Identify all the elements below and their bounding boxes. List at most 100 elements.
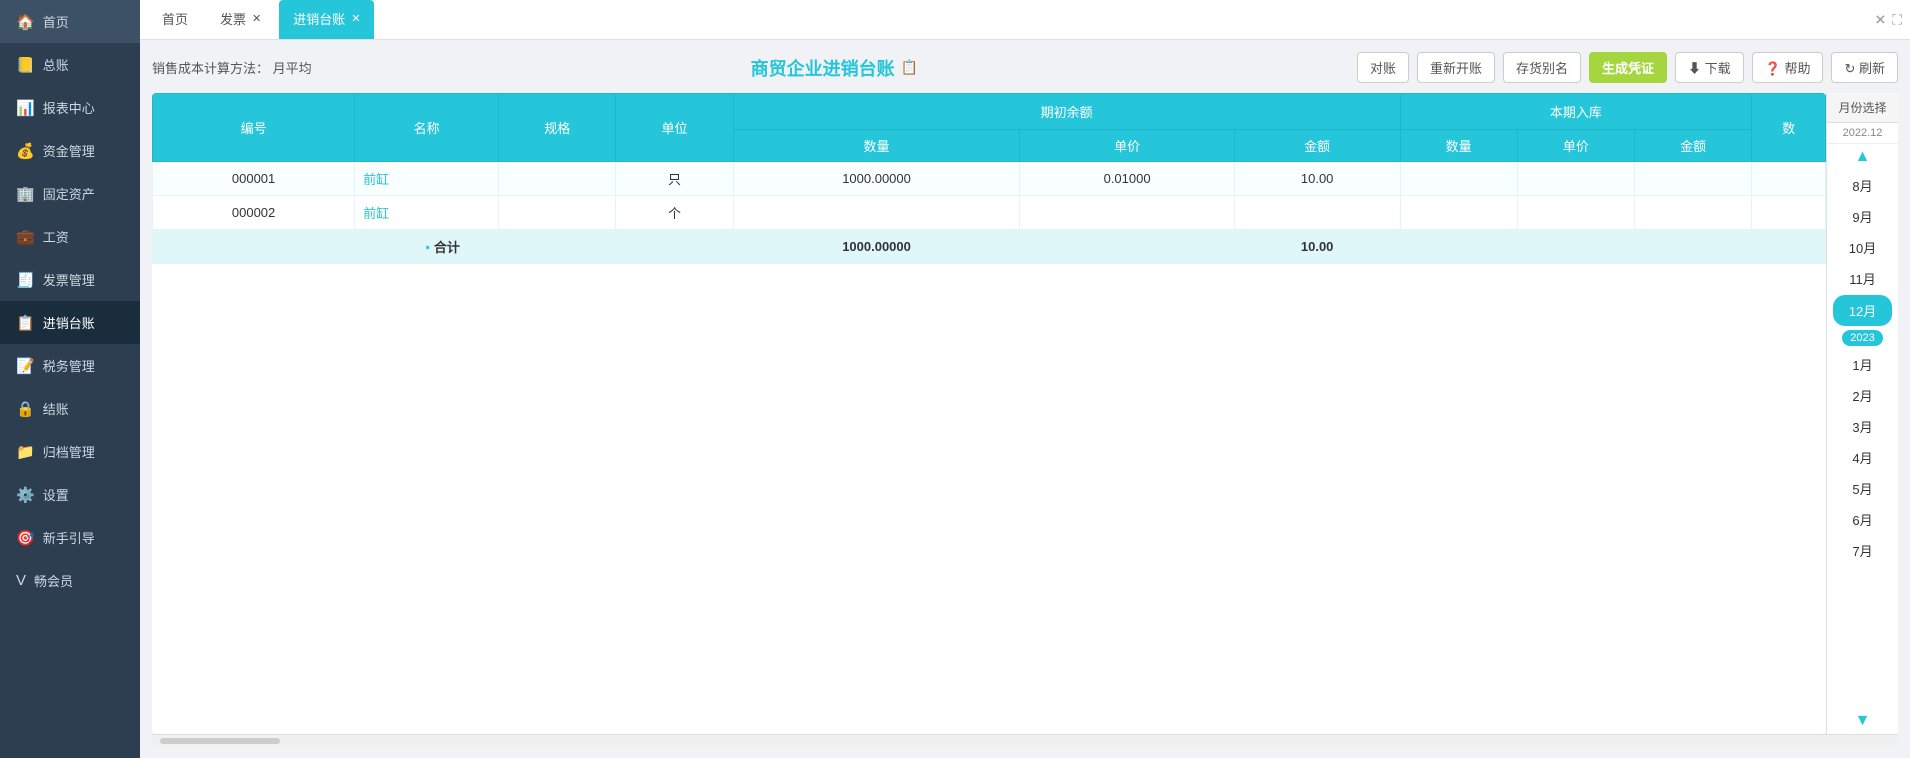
reopen-button[interactable]: 重新开账	[1417, 52, 1495, 83]
save-alias-button[interactable]: 存货别名	[1503, 52, 1581, 83]
col-in-amount: 金额	[1635, 130, 1752, 162]
table-row: 000001 前缸 只 1000.00000 0.01000 10.00	[153, 162, 1826, 196]
month-year-label: 2022.12	[1827, 123, 1898, 144]
month-item-3月[interactable]: 3月	[1827, 411, 1898, 442]
refresh-button[interactable]: ↻ 刷新	[1831, 52, 1898, 83]
tab-label-invoice: 发票	[220, 9, 246, 28]
cell-extra	[1752, 162, 1826, 196]
tab-label-home: 首页	[162, 9, 188, 28]
sidebar-label-assets: 固定资产	[43, 184, 95, 203]
sidebar-item-purchase-sales[interactable]: 📋进销台账	[0, 301, 140, 344]
col-unit: 单位	[616, 94, 733, 162]
cell-spec	[499, 162, 616, 196]
cell-code: 000002	[153, 196, 355, 230]
page-content: 销售成本计算方法： 月平均 商贸企业进销台账 📋 对账 重新开账 存货别名 生成…	[140, 40, 1910, 758]
horizontal-scrollbar[interactable]	[152, 734, 1898, 746]
generate-voucher-button[interactable]: 生成凭证	[1589, 52, 1667, 83]
sidebar-item-guide[interactable]: 🎯新手引导	[0, 516, 140, 559]
cell-name: 前缸	[355, 162, 499, 196]
cell-init-price	[1020, 196, 1234, 230]
sidebar-label-purchase-sales: 进销台账	[43, 313, 95, 332]
sidebar-label-close: 结账	[43, 399, 69, 418]
month-item-6月[interactable]: 6月	[1827, 504, 1898, 535]
tab-home[interactable]: 首页	[148, 0, 202, 39]
table-header-row-1: 编号 名称 规格 单位 期初余额 本期入库 数	[153, 94, 1826, 130]
cell-unit: 个	[616, 196, 733, 230]
cell-init-qty	[733, 196, 1020, 230]
sidebar-label-archive: 归档管理	[43, 442, 95, 461]
sidebar-item-settings[interactable]: ⚙️设置	[0, 473, 140, 516]
sidebar-label-home: 首页	[43, 12, 69, 31]
cost-method-value: 月平均	[273, 61, 312, 76]
month-item-10月[interactable]: 10月	[1827, 232, 1898, 263]
page-top-bar: 销售成本计算方法： 月平均 商贸企业进销台账 📋 对账 重新开账 存货别名 生成…	[152, 52, 1898, 83]
main-content: 首页发票✕进销台账✕ ✕ ⛶ 销售成本计算方法： 月平均 商贸企业进销台账 📋 …	[140, 0, 1910, 758]
sidebar-label-settings: 设置	[43, 485, 69, 504]
cell-unit: 只	[616, 162, 733, 196]
sidebar-icon-home: 🏠	[16, 13, 35, 31]
cell-name: 前缸	[355, 196, 499, 230]
sidebar-item-invoice-mgmt[interactable]: 🧾发票管理	[0, 258, 140, 301]
month-item-9月[interactable]: 9月	[1827, 201, 1898, 232]
col-init-price: 单价	[1020, 130, 1234, 162]
total-row: ▪合计 1000.00000 10.00	[153, 230, 1826, 264]
col-spec: 规格	[499, 94, 616, 162]
month-item-5月[interactable]: 5月	[1827, 473, 1898, 504]
total-label-cell: ▪合计	[153, 230, 734, 264]
total-init-qty: 1000.00000	[733, 230, 1020, 264]
tab-close-invoice[interactable]: ✕	[252, 12, 261, 25]
month-item-7月[interactable]: 7月	[1827, 535, 1898, 566]
total-icon: ▪	[426, 240, 430, 254]
sidebar-item-tax[interactable]: 📝税务管理	[0, 344, 140, 387]
month-item-4月[interactable]: 4月	[1827, 442, 1898, 473]
cell-in-price	[1517, 162, 1634, 196]
month-scroll-up-button[interactable]: ▲	[1827, 144, 1898, 170]
sidebar-icon-archive: 📁	[16, 443, 35, 461]
download-button[interactable]: ⬇ 下载	[1675, 52, 1744, 83]
info-icon[interactable]: 📋	[901, 59, 918, 76]
month-panel-title: 月份选择	[1827, 93, 1898, 123]
year-badge-2023: 2023	[1842, 330, 1882, 346]
sidebar-icon-ledger: 📒	[16, 56, 35, 74]
page-title-area: 商贸企业进销台账 📋	[751, 55, 918, 81]
cell-extra	[1752, 196, 1826, 230]
month-item-11月[interactable]: 11月	[1827, 263, 1898, 294]
tab-invoice[interactable]: 发票 ✕	[206, 0, 275, 39]
tab-purchase-sales[interactable]: 进销台账✕	[279, 0, 374, 39]
sidebar-item-reports[interactable]: 📊报表中心	[0, 86, 140, 129]
sidebar-icon-tax: 📝	[16, 357, 35, 375]
sidebar-item-home[interactable]: 🏠 首页	[0, 0, 140, 43]
cell-in-qty	[1400, 162, 1517, 196]
sidebar-label-member: 畅会员	[34, 571, 73, 590]
month-item-2月[interactable]: 2月	[1827, 380, 1898, 411]
cell-init-price: 0.01000	[1020, 162, 1234, 196]
total-extra	[1752, 230, 1826, 264]
month-list: 8月9月10月11月12月 2023 1月2月3月4月5月6月7月	[1827, 170, 1898, 708]
month-item-12月[interactable]: 12月	[1833, 295, 1892, 326]
month-scroll-down-button[interactable]: ▼	[1827, 708, 1898, 734]
cell-code: 000001	[153, 162, 355, 196]
tab-close-purchase-sales[interactable]: ✕	[351, 12, 360, 25]
sidebar-item-assets[interactable]: 🏢固定资产	[0, 172, 140, 215]
month-item-1月[interactable]: 1月	[1827, 349, 1898, 380]
sidebar-label-wages: 工资	[43, 227, 69, 246]
maximize-window-button[interactable]: ⛶	[1892, 11, 1902, 28]
sidebar-item-ledger[interactable]: 📒总账	[0, 43, 140, 86]
sidebar-label-guide: 新手引导	[43, 528, 95, 547]
sidebar-item-funds[interactable]: 💰资金管理	[0, 129, 140, 172]
page-title: 商贸企业进销台账	[751, 55, 895, 81]
sidebar-item-archive[interactable]: 📁 归档管理	[0, 430, 140, 473]
col-group-in: 本期入库	[1400, 94, 1752, 130]
sidebar-icon-reports: 📊	[16, 99, 35, 117]
scrollbar-thumb[interactable]	[160, 738, 280, 744]
sidebar-icon-invoice-mgmt: 🧾	[16, 271, 35, 289]
sidebar-item-wages[interactable]: 💼工资	[0, 215, 140, 258]
reconcile-button[interactable]: 对账	[1357, 52, 1409, 83]
close-window-button[interactable]: ✕	[1874, 11, 1886, 28]
col-code: 编号	[153, 94, 355, 162]
month-item-8月[interactable]: 8月	[1827, 170, 1898, 201]
sidebar-item-member[interactable]: V畅会员	[0, 559, 140, 602]
help-button[interactable]: ❓ 帮助	[1752, 52, 1824, 83]
sidebar-item-close[interactable]: 🔒结账	[0, 387, 140, 430]
col-init-amount: 金额	[1234, 130, 1400, 162]
